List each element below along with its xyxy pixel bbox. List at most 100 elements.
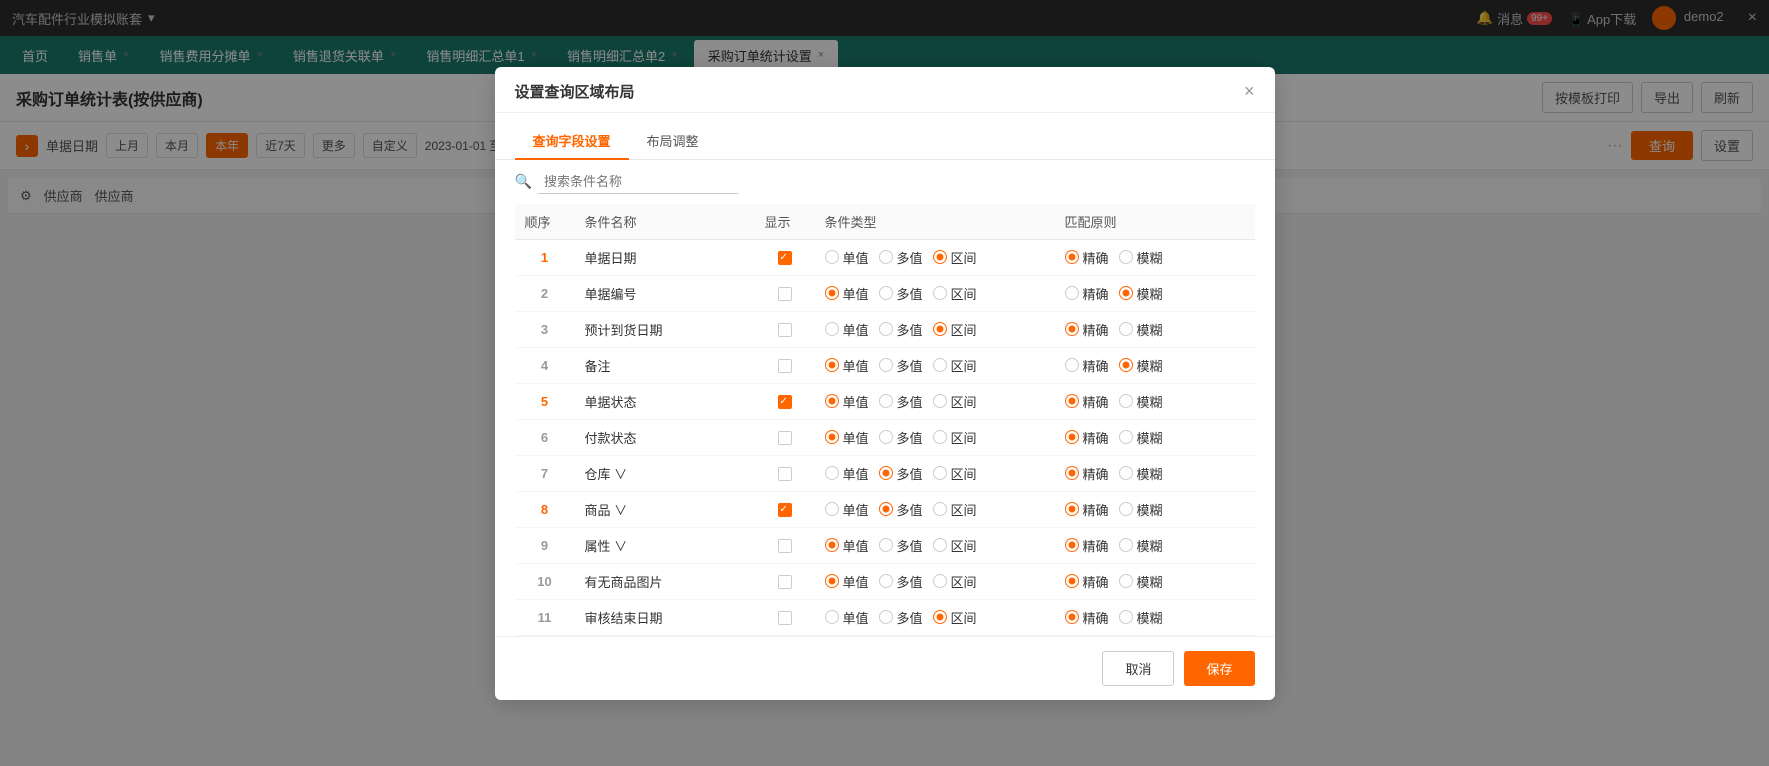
radio-type-item[interactable]: 多值 [879,464,923,483]
row-display-checkbox[interactable] [755,563,815,599]
display-checkbox[interactable] [778,539,792,553]
display-checkbox[interactable] [778,287,792,301]
radio-circle [933,610,947,624]
radio-match-item[interactable]: 精确 [1065,284,1109,303]
radio-match-item[interactable]: 模糊 [1119,608,1163,627]
radio-type-item[interactable]: 多值 [879,356,923,375]
radio-match-item[interactable]: 模糊 [1119,320,1163,339]
radio-type-item[interactable]: 区间 [933,536,977,555]
radio-circle [1065,250,1079,264]
display-checkbox[interactable] [778,503,792,517]
radio-match-item[interactable]: 精确 [1065,320,1109,339]
radio-type-item[interactable]: 单值 [825,608,869,627]
radio-type-item[interactable]: 多值 [879,284,923,303]
radio-type-item[interactable]: 区间 [933,248,977,267]
radio-type-item[interactable]: 单值 [825,392,869,411]
radio-type-item[interactable]: 区间 [933,608,977,627]
display-checkbox[interactable] [778,251,792,265]
display-checkbox[interactable] [778,359,792,373]
radio-type-item[interactable]: 单值 [825,428,869,447]
save-button[interactable]: 保存 [1184,651,1254,686]
radio-match-item[interactable]: 精确 [1065,572,1109,591]
radio-type-item[interactable]: 多值 [879,392,923,411]
radio-match-item[interactable]: 精确 [1065,356,1109,375]
radio-label: 区间 [951,284,977,303]
radio-type-item[interactable]: 多值 [879,428,923,447]
radio-match-item[interactable]: 精确 [1065,392,1109,411]
radio-match-item[interactable]: 精确 [1065,464,1109,483]
radio-type-item[interactable]: 区间 [933,284,977,303]
modal-tab-query-fields[interactable]: 查询字段设置 [515,123,629,160]
radio-match-item[interactable]: 模糊 [1119,464,1163,483]
radio-type-item[interactable]: 多值 [879,536,923,555]
table-row: 1单据日期单值多值区间精确模糊 [515,239,1255,275]
row-display-checkbox[interactable] [755,527,815,563]
radio-circle [1119,430,1133,444]
display-checkbox[interactable] [778,395,792,409]
radio-type-item[interactable]: 单值 [825,536,869,555]
row-display-checkbox[interactable] [755,239,815,275]
radio-match-item[interactable]: 模糊 [1119,248,1163,267]
radio-match-item[interactable]: 精确 [1065,536,1109,555]
radio-label: 多值 [897,320,923,339]
radio-match-item[interactable]: 模糊 [1119,356,1163,375]
row-display-checkbox[interactable] [755,275,815,311]
radio-label: 区间 [951,500,977,519]
display-checkbox[interactable] [778,323,792,337]
row-display-checkbox[interactable] [755,599,815,635]
radio-match-item[interactable]: 模糊 [1119,428,1163,447]
radio-match-item[interactable]: 模糊 [1119,392,1163,411]
radio-type-item[interactable]: 多值 [879,608,923,627]
modal-tab-layout[interactable]: 布局调整 [629,123,717,160]
radio-match-item[interactable]: 精确 [1065,500,1109,519]
display-checkbox[interactable] [778,431,792,445]
radio-type-item[interactable]: 多值 [879,500,923,519]
radio-match-item[interactable]: 精确 [1065,428,1109,447]
table-row: 8商品 ∨单值多值区间精确模糊 [515,491,1255,527]
radio-circle [879,394,893,408]
radio-type-item[interactable]: 多值 [879,320,923,339]
radio-type-item[interactable]: 单值 [825,572,869,591]
row-type-options: 单值多值 区间 [815,275,1055,311]
col-name: 条件名称 [575,204,755,240]
radio-type-item[interactable]: 单值 [825,464,869,483]
radio-label: 模糊 [1137,284,1163,303]
radio-type-item[interactable]: 单值 [825,248,869,267]
row-display-checkbox[interactable] [755,311,815,347]
radio-type-item[interactable]: 区间 [933,428,977,447]
display-checkbox[interactable] [778,467,792,481]
row-name: 属性 ∨ [575,527,755,563]
radio-type-item[interactable]: 单值 [825,500,869,519]
modal-search-input[interactable] [538,170,738,194]
radio-type-item[interactable]: 区间 [933,392,977,411]
radio-type-item[interactable]: 区间 [933,464,977,483]
row-display-checkbox[interactable] [755,347,815,383]
radio-match-item[interactable]: 精确 [1065,248,1109,267]
radio-type-item[interactable]: 区间 [933,320,977,339]
radio-circle [1065,430,1079,444]
radio-type-item[interactable]: 区间 [933,572,977,591]
radio-type-item[interactable]: 区间 [933,356,977,375]
radio-type-item[interactable]: 单值 [825,284,869,303]
display-checkbox[interactable] [778,575,792,589]
row-display-checkbox[interactable] [755,491,815,527]
row-display-checkbox[interactable] [755,419,815,455]
modal-close-button[interactable]: × [1244,81,1255,102]
radio-match-item[interactable]: 精确 [1065,608,1109,627]
row-display-checkbox[interactable] [755,455,815,491]
modal-header: 设置查询区域布局 × [495,67,1275,113]
settings-modal: 设置查询区域布局 × 查询字段设置 布局调整 🔍 顺序 条件名称 [495,67,1275,700]
radio-match-item[interactable]: 模糊 [1119,536,1163,555]
radio-type-item[interactable]: 区间 [933,500,977,519]
radio-match-item[interactable]: 模糊 [1119,572,1163,591]
display-checkbox[interactable] [778,611,792,625]
radio-type-item[interactable]: 单值 [825,320,869,339]
row-display-checkbox[interactable] [755,383,815,419]
radio-match-item[interactable]: 模糊 [1119,284,1163,303]
cancel-button[interactable]: 取消 [1102,651,1174,686]
radio-type-item[interactable]: 多值 [879,248,923,267]
table-row: 9属性 ∨单值多值区间精确模糊 [515,527,1255,563]
radio-type-item[interactable]: 单值 [825,356,869,375]
radio-type-item[interactable]: 多值 [879,572,923,591]
radio-match-item[interactable]: 模糊 [1119,500,1163,519]
